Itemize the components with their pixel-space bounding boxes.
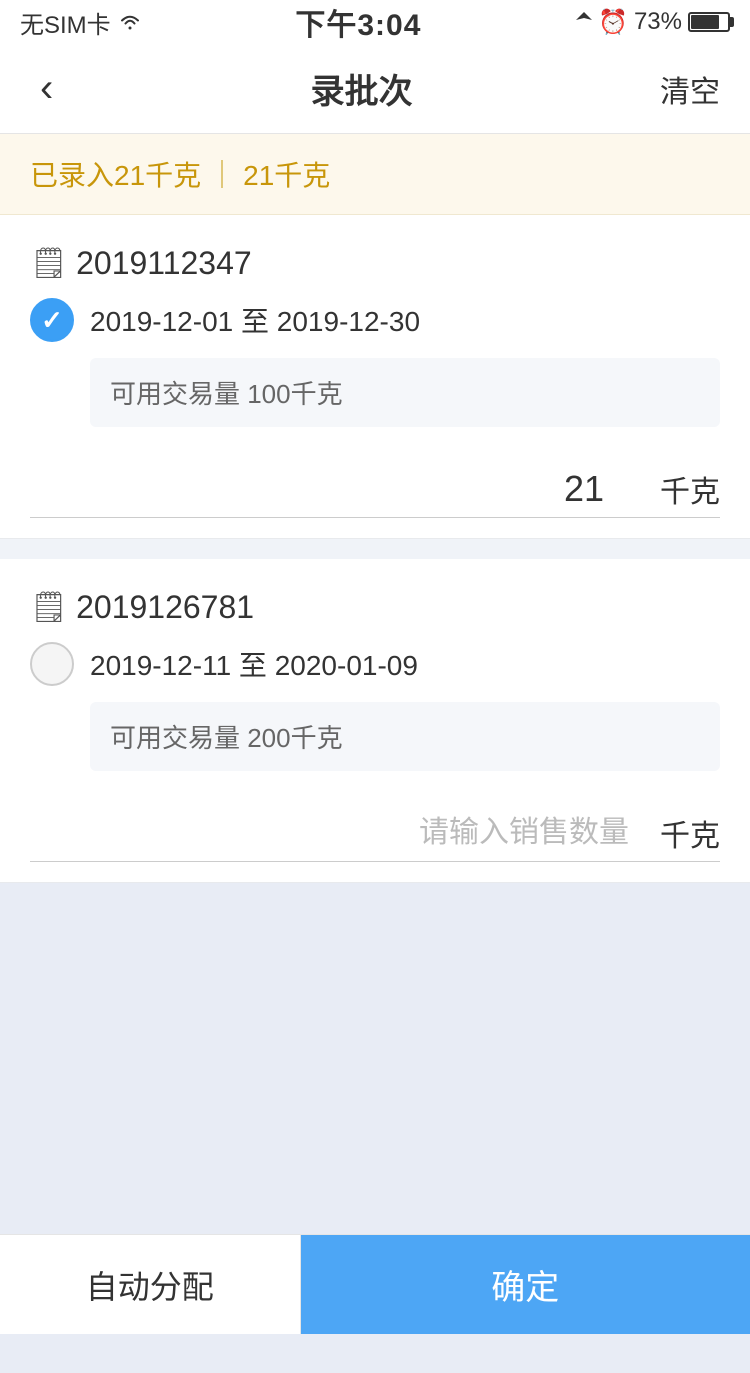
- alarm-icon: ⏰: [598, 8, 628, 37]
- quantity-row-1: 21 千克: [0, 447, 750, 539]
- quantity-unit-1: 千克: [660, 467, 720, 511]
- batch-id-1: 2019112347: [76, 245, 252, 282]
- batch-item-2: 🗒 2019126781 2019-12-11 至 2020-01-09 可用交…: [0, 559, 750, 791]
- batch-doc-icon-2: 🗒: [30, 590, 68, 625]
- summary-divider: [221, 160, 223, 188]
- carrier-text: 无SIM卡: [20, 5, 111, 40]
- summary-banner: 已录入21千克 21千克: [0, 134, 750, 215]
- battery-icon: [688, 12, 730, 32]
- batch-id-row-1: 🗒 2019112347: [30, 245, 720, 282]
- batch-doc-icon-1: 🗒: [30, 246, 68, 281]
- summary-entered: 已录入21千克: [30, 154, 201, 194]
- batch-id-row-2: 🗒 2019126781: [30, 589, 720, 626]
- batch-date-2: 2019-12-11 至 2020-01-09: [90, 644, 418, 684]
- footer: 自动分配 确定: [0, 1234, 750, 1334]
- batch-available-1: 可用交易量 100千克: [90, 358, 720, 427]
- auto-distribute-button[interactable]: 自动分配: [0, 1235, 301, 1334]
- batch-date-row-2[interactable]: 2019-12-11 至 2020-01-09: [30, 642, 720, 686]
- batch-available-2: 可用交易量 200千克: [90, 702, 720, 771]
- batch-id-2: 2019126781: [76, 589, 254, 626]
- batch-date-row-1[interactable]: 2019-12-01 至 2019-12-30: [30, 298, 720, 342]
- batch-item-1: 🗒 2019112347 2019-12-01 至 2019-12-30 可用交…: [0, 215, 750, 447]
- status-left: 无SIM卡: [20, 5, 141, 40]
- quantity-input-2[interactable]: [244, 816, 644, 850]
- quantity-input-row-2: 千克: [0, 791, 750, 883]
- wifi-icon: [119, 14, 141, 30]
- section-gap-1: [0, 539, 750, 559]
- status-time: 下午3:04: [295, 0, 421, 44]
- radio-button-2[interactable]: [30, 642, 74, 686]
- nav-bar: ‹ 录批次 清空: [0, 44, 750, 134]
- status-bar: 无SIM卡 下午3:04 ⏰ 73%: [0, 0, 750, 44]
- battery-percent: 73%: [634, 8, 682, 36]
- quantity-unit-2: 千克: [660, 811, 720, 855]
- quantity-value-1: 21: [564, 468, 604, 510]
- back-button[interactable]: ‹: [30, 56, 63, 121]
- batch-date-1: 2019-12-01 至 2019-12-30: [90, 300, 420, 340]
- radio-button-1[interactable]: [30, 298, 74, 342]
- summary-total: 21千克: [243, 154, 330, 194]
- status-right: ⏰ 73%: [576, 8, 730, 37]
- location-icon: [576, 12, 592, 32]
- clear-button[interactable]: 清空: [660, 67, 720, 111]
- confirm-button[interactable]: 确定: [301, 1235, 750, 1334]
- page-title: 录批次: [311, 64, 413, 113]
